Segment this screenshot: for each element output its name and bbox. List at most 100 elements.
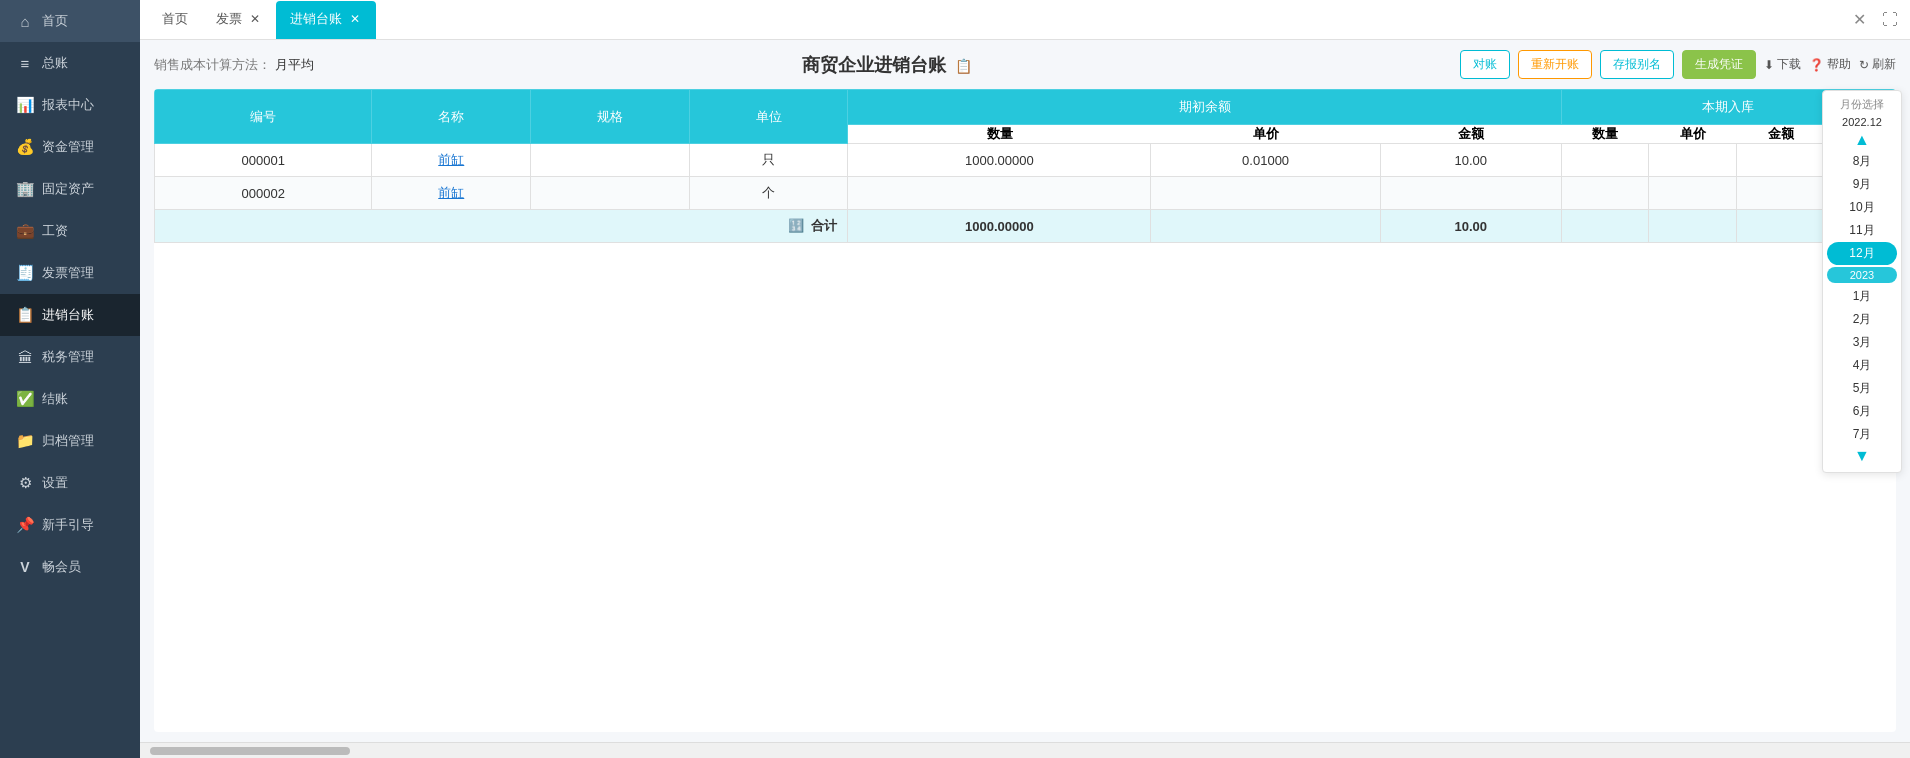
- sidebar-item-finance[interactable]: 💰 资金管理: [0, 126, 140, 168]
- sidebar-item-settlement[interactable]: ✅ 结账: [0, 378, 140, 420]
- maximize-button[interactable]: ⛶: [1878, 9, 1902, 31]
- sidebar-item-label: 结账: [42, 390, 68, 408]
- sidebar-item-guide[interactable]: 📌 新手引导: [0, 504, 140, 546]
- sidebar-item-label: 首页: [42, 12, 68, 30]
- row2-in-price: [1649, 177, 1737, 210]
- assets-icon: 🏢: [16, 180, 34, 198]
- inventory-table: 编号 名称 规格 单位 期初余额 本期入库 数量 单价 金额 数量 单价 金额: [154, 89, 1896, 243]
- month-item-1[interactable]: 1月: [1827, 285, 1897, 308]
- month-item-3[interactable]: 3月: [1827, 331, 1897, 354]
- generate-voucher-button[interactable]: 生成凭证: [1682, 50, 1756, 79]
- download-label: 下载: [1777, 56, 1801, 73]
- tab-inventory[interactable]: 进销台账 ✕: [276, 1, 376, 39]
- row2-ps-qty: [848, 177, 1151, 210]
- ps-amount-header: 金额: [1380, 125, 1561, 144]
- cost-method-label: 销售成本计算方法：: [154, 57, 271, 72]
- sidebar-item-tax[interactable]: 🏛 税务管理: [0, 336, 140, 378]
- month-item-7[interactable]: 7月: [1827, 423, 1897, 446]
- row1-in-amount: [1737, 144, 1825, 177]
- tab-home-label: 首页: [162, 10, 188, 28]
- help-label: 帮助: [1827, 56, 1851, 73]
- row1-unit: 只: [689, 144, 848, 177]
- home-icon: ⌂: [16, 13, 34, 30]
- row2-name-link[interactable]: 前缸: [438, 185, 464, 200]
- total-label: 🔢 合计: [155, 210, 848, 243]
- sidebar-item-assets[interactable]: 🏢 固定资产: [0, 168, 140, 210]
- month-item-5[interactable]: 5月: [1827, 377, 1897, 400]
- page-title-area: 商贸企业进销台账 📋: [314, 53, 1460, 77]
- row2-ps-amount: [1380, 177, 1561, 210]
- salary-icon: 💼: [16, 222, 34, 240]
- row2-code: 000002: [155, 177, 372, 210]
- total-text: 合计: [811, 218, 837, 233]
- total-in-amount: [1737, 210, 1825, 243]
- row2-in-amount: [1737, 177, 1825, 210]
- ps-price-header: 单价: [1151, 125, 1381, 144]
- sidebar-item-ledger[interactable]: ≡ 总账: [0, 42, 140, 84]
- sidebar-item-salary[interactable]: 💼 工资: [0, 210, 140, 252]
- row2-name: 前缸: [372, 177, 531, 210]
- col-code-header: 编号: [155, 90, 372, 144]
- month-item-9[interactable]: 9月: [1827, 173, 1897, 196]
- month-item-12[interactable]: 12月: [1827, 242, 1897, 265]
- month-item-4[interactable]: 4月: [1827, 354, 1897, 377]
- refresh-icon: ↻: [1859, 58, 1869, 72]
- sidebar-item-label: 进销台账: [42, 306, 94, 324]
- in-amount-header: 金额: [1737, 125, 1825, 144]
- scroll-bar-area: [140, 742, 1910, 758]
- sidebar-item-inventory[interactable]: 📋 进销台账: [0, 294, 140, 336]
- month-item-2[interactable]: 2月: [1827, 308, 1897, 331]
- minimize-button[interactable]: ✕: [1849, 8, 1870, 31]
- tab-invoice-close[interactable]: ✕: [248, 12, 262, 26]
- sidebar-item-member[interactable]: V 畅会员: [0, 546, 140, 588]
- sidebar-item-label: 归档管理: [42, 432, 94, 450]
- month-prev-button[interactable]: ▲: [1852, 130, 1872, 150]
- sidebar-item-home[interactable]: ⌂ 首页: [0, 0, 140, 42]
- total-in-qty: [1561, 210, 1649, 243]
- inventory-icon: 📋: [16, 306, 34, 324]
- scroll-thumb[interactable]: [150, 747, 350, 755]
- month-item-6[interactable]: 6月: [1827, 400, 1897, 423]
- refresh-button[interactable]: ↻ 刷新: [1859, 56, 1896, 73]
- tab-inventory-close[interactable]: ✕: [348, 12, 362, 26]
- row1-name-link[interactable]: 前缸: [438, 152, 464, 167]
- sidebar-item-label: 畅会员: [42, 558, 81, 576]
- save-as-button[interactable]: 存报别名: [1600, 50, 1674, 79]
- reconcile-button[interactable]: 对账: [1460, 50, 1510, 79]
- month-item-11[interactable]: 11月: [1827, 219, 1897, 242]
- toolbar-buttons: 对账 重新开账 存报别名 生成凭证 ⬇ 下载 ❓ 帮助 ↻ 刷新: [1460, 50, 1896, 79]
- sidebar-item-label: 工资: [42, 222, 68, 240]
- tab-bar: 首页 发票 ✕ 进销台账 ✕ ✕ ⛶: [140, 0, 1910, 40]
- row1-in-price: [1649, 144, 1737, 177]
- tab-invoice[interactable]: 发票 ✕: [202, 1, 276, 39]
- col-name-header: 名称: [372, 90, 531, 144]
- finance-icon: 💰: [16, 138, 34, 156]
- sidebar-item-settings[interactable]: ⚙ 设置: [0, 462, 140, 504]
- table-wrapper: 编号 名称 规格 单位 期初余额 本期入库 数量 单价 金额 数量 单价 金额: [154, 89, 1896, 732]
- ledger-icon: ≡: [16, 55, 34, 72]
- total-ps-price: [1151, 210, 1381, 243]
- sidebar-item-archive[interactable]: 📁 归档管理: [0, 420, 140, 462]
- cost-method-value: 月平均: [275, 57, 314, 72]
- row1-name: 前缸: [372, 144, 531, 177]
- row2-unit: 个: [689, 177, 848, 210]
- month-item-10[interactable]: 10月: [1827, 196, 1897, 219]
- help-button[interactable]: ❓ 帮助: [1809, 56, 1851, 73]
- sidebar-item-label: 新手引导: [42, 516, 94, 534]
- page-title-icon: 📋: [955, 58, 972, 74]
- reopen-button[interactable]: 重新开账: [1518, 50, 1592, 79]
- col-spec-header: 规格: [531, 90, 690, 144]
- download-button[interactable]: ⬇ 下载: [1764, 56, 1801, 73]
- month-item-8[interactable]: 8月: [1827, 150, 1897, 173]
- total-row: 🔢 合计 1000.00000 10.00: [155, 210, 1896, 243]
- refresh-label: 刷新: [1872, 56, 1896, 73]
- total-icon: 🔢: [788, 218, 804, 233]
- help-icon: ❓: [1809, 58, 1824, 72]
- sidebar-item-invoice-mgmt[interactable]: 🧾 发票管理: [0, 252, 140, 294]
- month-next-button[interactable]: ▼: [1852, 446, 1872, 466]
- settings-icon: ⚙: [16, 474, 34, 492]
- tab-home[interactable]: 首页: [148, 1, 202, 39]
- sidebar-item-reports[interactable]: 📊 报表中心: [0, 84, 140, 126]
- download-icon: ⬇: [1764, 58, 1774, 72]
- archive-icon: 📁: [16, 432, 34, 450]
